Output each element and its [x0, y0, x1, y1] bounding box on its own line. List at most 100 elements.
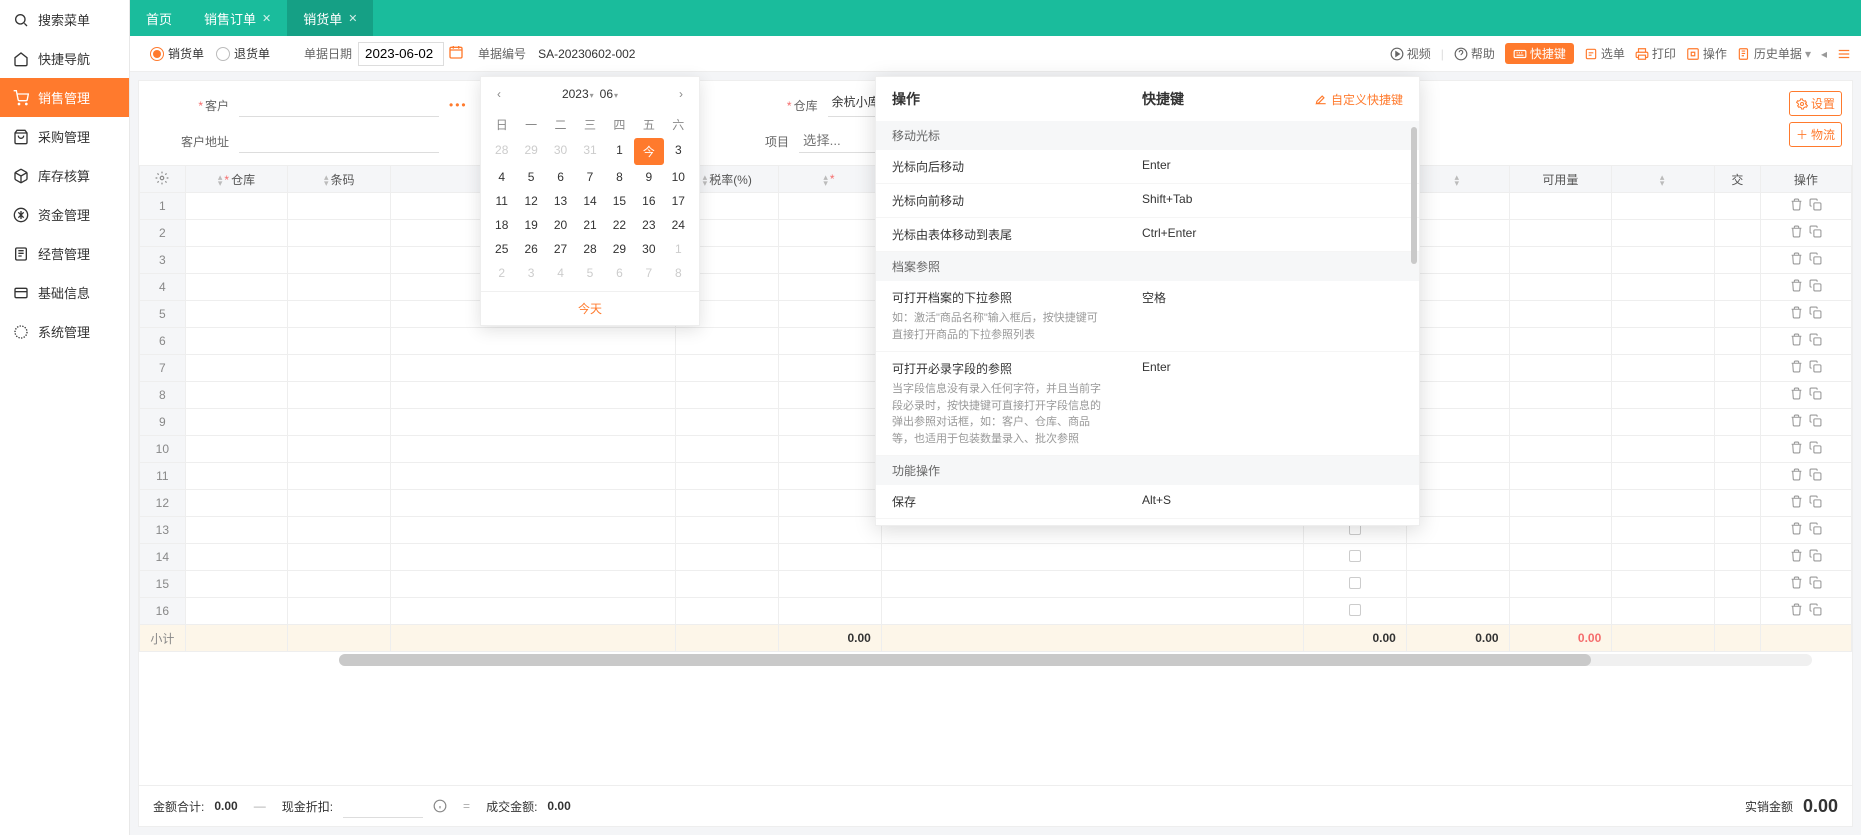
discount-input[interactable] [343, 794, 423, 818]
copy-icon[interactable] [1809, 227, 1822, 241]
delete-icon[interactable] [1790, 524, 1803, 538]
address-input[interactable] [239, 129, 439, 153]
cal-day[interactable]: 24 [664, 213, 693, 237]
history-link[interactable]: 历史单据▾ [1737, 45, 1811, 62]
cal-day[interactable]: 30 [634, 237, 663, 261]
gift-checkbox[interactable] [1349, 577, 1361, 589]
cal-day[interactable]: 27 [546, 237, 575, 261]
more-icon[interactable]: ••• [449, 98, 468, 112]
delete-icon[interactable] [1790, 308, 1803, 322]
tab-0[interactable]: 首页 [130, 0, 188, 36]
col-deliv[interactable]: 交 [1715, 166, 1761, 193]
cal-day[interactable]: 17 [664, 189, 693, 213]
sidebar-item-8[interactable]: 系统管理 [0, 312, 129, 351]
delete-icon[interactable] [1790, 227, 1803, 241]
copy-icon[interactable] [1809, 335, 1822, 349]
cal-day-other[interactable]: 3 [516, 261, 545, 285]
radio-sales[interactable]: 销货单 [150, 45, 204, 62]
delete-icon[interactable] [1790, 254, 1803, 268]
radio-return[interactable]: 退货单 [216, 45, 270, 62]
copy-icon[interactable] [1809, 389, 1822, 403]
cal-day-other[interactable]: 4 [546, 261, 575, 285]
select-order-link[interactable]: 选单 [1584, 45, 1625, 62]
delete-icon[interactable] [1790, 200, 1803, 214]
cal-day[interactable]: 15 [605, 189, 634, 213]
cal-day[interactable]: 4 [487, 165, 516, 189]
calendar-icon[interactable] [448, 44, 464, 63]
delete-icon[interactable] [1790, 281, 1803, 295]
cal-day[interactable]: 9 [634, 165, 663, 189]
gift-checkbox[interactable] [1349, 604, 1361, 616]
col-barcode[interactable]: ▴▾条码 [288, 166, 391, 193]
copy-icon[interactable] [1809, 551, 1822, 565]
cal-day[interactable]: 6 [546, 165, 575, 189]
customize-shortcuts-link[interactable]: 自定义快捷键 [1314, 89, 1403, 109]
cal-day[interactable]: 8 [605, 165, 634, 189]
cal-day[interactable]: 5 [516, 165, 545, 189]
cal-day-other[interactable]: 28 [487, 138, 516, 165]
col-s2[interactable]: ▴▾ [1612, 166, 1715, 193]
tab-2[interactable]: 销货单✕ [287, 0, 373, 36]
copy-icon[interactable] [1809, 281, 1822, 295]
tab-1[interactable]: 销售订单✕ [188, 0, 287, 36]
sidebar-item-4[interactable]: 库存核算 [0, 156, 129, 195]
sidebar-item-6[interactable]: 经营管理 [0, 234, 129, 273]
cal-day-other[interactable]: 7 [634, 261, 663, 285]
cal-day[interactable]: 29 [605, 237, 634, 261]
cal-day[interactable]: 23 [634, 213, 663, 237]
sidebar-item-5[interactable]: 资金管理 [0, 195, 129, 234]
col-gear[interactable] [140, 166, 186, 193]
cal-day[interactable]: 25 [487, 237, 516, 261]
customer-input[interactable] [239, 93, 439, 117]
cal-day-other[interactable]: 31 [575, 138, 604, 165]
cal-day[interactable]: 22 [605, 213, 634, 237]
cal-day-other[interactable]: 2 [487, 261, 516, 285]
cal-day[interactable]: 3 [664, 138, 693, 165]
cal-day-other[interactable]: 8 [664, 261, 693, 285]
cal-day[interactable]: 12 [516, 189, 545, 213]
project-select[interactable] [799, 129, 879, 153]
copy-icon[interactable] [1809, 254, 1822, 268]
settings-button[interactable]: 设置 [1789, 91, 1842, 116]
copy-icon[interactable] [1809, 443, 1822, 457]
col-s1[interactable]: ▴▾ [1406, 166, 1509, 193]
cal-day[interactable]: 1 [605, 138, 634, 165]
delete-icon[interactable] [1790, 551, 1803, 565]
cal-day[interactable]: 16 [634, 189, 663, 213]
prev-month-button[interactable]: ‹ [491, 85, 507, 103]
copy-icon[interactable] [1809, 524, 1822, 538]
delete-icon[interactable] [1790, 443, 1803, 457]
copy-icon[interactable] [1809, 578, 1822, 592]
delete-icon[interactable] [1790, 362, 1803, 376]
menu-icon[interactable] [1837, 47, 1851, 61]
col-req[interactable]: ▴▾* [779, 166, 882, 193]
cal-day-other[interactable]: 5 [575, 261, 604, 285]
copy-icon[interactable] [1809, 470, 1822, 484]
copy-icon[interactable] [1809, 605, 1822, 619]
cal-day[interactable]: 13 [546, 189, 575, 213]
sidebar-item-3[interactable]: 采购管理 [0, 117, 129, 156]
col-warehouse[interactable]: ▴▾*仓库 [185, 166, 288, 193]
cal-day[interactable]: 19 [516, 213, 545, 237]
shortcut-button[interactable]: 快捷键 [1505, 43, 1574, 64]
video-link[interactable]: 视频 [1390, 45, 1431, 62]
cal-day[interactable]: 26 [516, 237, 545, 261]
cal-day[interactable]: 7 [575, 165, 604, 189]
date-input[interactable] [358, 42, 444, 66]
copy-icon[interactable] [1809, 416, 1822, 430]
cal-day-other[interactable]: 6 [605, 261, 634, 285]
cal-day[interactable]: 18 [487, 213, 516, 237]
table-row[interactable]: 15 [140, 571, 1852, 598]
delete-icon[interactable] [1790, 578, 1803, 592]
horizontal-scrollbar[interactable] [339, 654, 1812, 666]
sidebar-item-7[interactable]: 基础信息 [0, 273, 129, 312]
year-select[interactable]: 2023▾ [562, 87, 594, 101]
delete-icon[interactable] [1790, 470, 1803, 484]
copy-icon[interactable] [1809, 362, 1822, 376]
sidebar-item-0[interactable]: 搜索菜单 [0, 0, 129, 39]
cal-day[interactable]: 28 [575, 237, 604, 261]
copy-icon[interactable] [1809, 497, 1822, 511]
copy-icon[interactable] [1809, 200, 1822, 214]
table-row[interactable]: 14 [140, 544, 1852, 571]
cal-day-other[interactable]: 1 [664, 237, 693, 261]
